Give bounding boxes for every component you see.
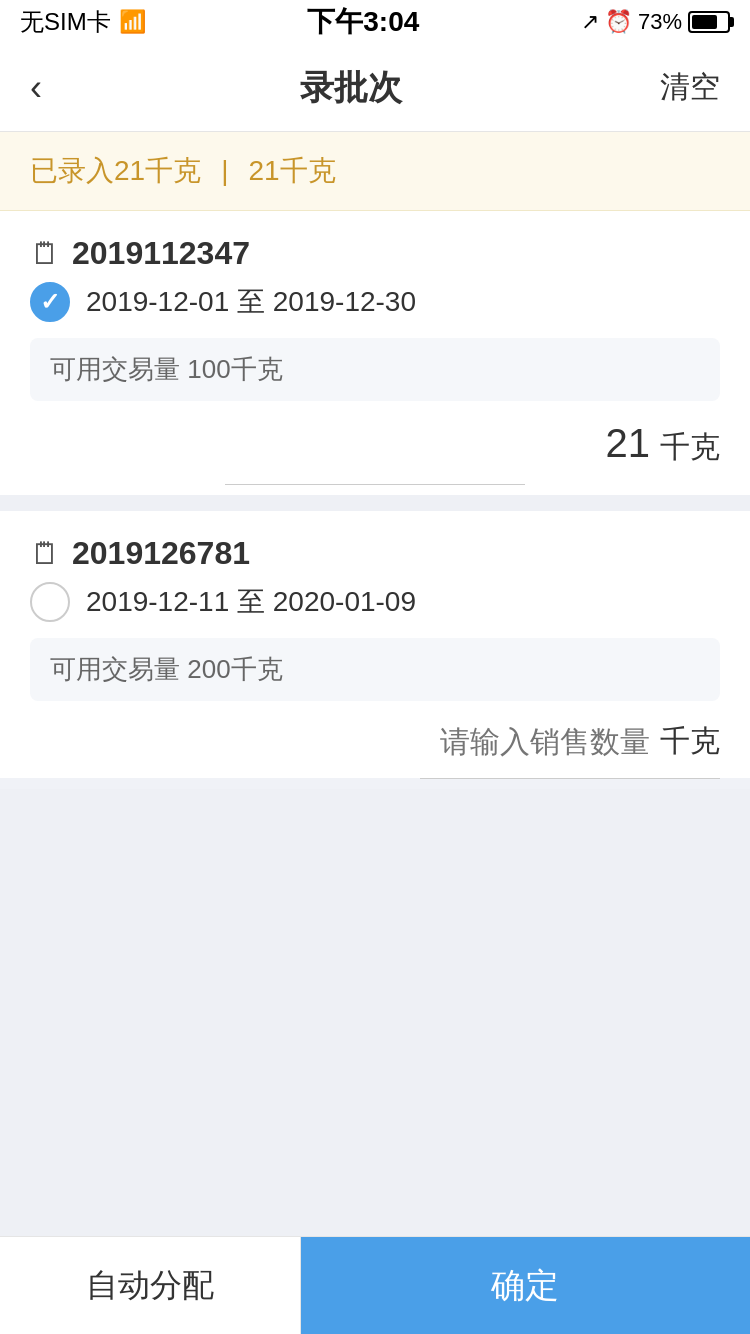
batch-doc-icon-1: 🗒 — [30, 237, 60, 271]
input-row-2: 千克 — [0, 701, 750, 778]
batch-item-1: 🗒 2019112347 ✓ 2019-12-01 至 2019-12-30 可… — [0, 211, 750, 401]
battery-icon — [688, 11, 730, 33]
clear-button[interactable]: 清空 — [660, 67, 720, 108]
quantity-input-2[interactable] — [390, 725, 650, 759]
page-title: 录批次 — [300, 65, 402, 111]
batch-date-row-1: ✓ 2019-12-01 至 2019-12-30 — [30, 282, 720, 322]
radio-button-1[interactable]: ✓ — [30, 282, 70, 322]
status-bar: 无SIM卡 📶 下午3:04 ↗ ⏰ 73% — [0, 0, 750, 44]
batch-date-1: 2019-12-01 至 2019-12-30 — [86, 283, 416, 321]
batch-header-1: 🗒 2019112347 — [30, 235, 720, 272]
amount-value-1: 21 — [606, 421, 651, 466]
status-right: ↗ ⏰ 73% — [581, 9, 730, 35]
summary-divider: | — [221, 155, 228, 187]
radio-button-2[interactable] — [30, 582, 70, 622]
amount-unit-1: 千克 — [660, 427, 720, 468]
batch-doc-icon-2: 🗒 — [30, 537, 60, 571]
summary-value: 21千克 — [248, 152, 335, 190]
batch-date-row-2: 2019-12-11 至 2020-01-09 — [30, 582, 720, 622]
input-underline-2 — [420, 778, 720, 779]
auto-distribute-button[interactable]: 自动分配 — [0, 1237, 301, 1334]
battery-percent: 73% — [638, 9, 682, 35]
amount-row-1: 21 千克 — [0, 401, 750, 484]
batch-availability-2: 可用交易量 200千克 — [30, 638, 720, 701]
summary-banner: 已录入21千克 | 21千克 — [0, 132, 750, 211]
section-divider — [0, 495, 750, 511]
qty-unit-2: 千克 — [660, 721, 720, 762]
summary-label: 已录入21千克 — [30, 152, 201, 190]
back-button[interactable]: ‹ — [30, 67, 42, 109]
location-icon: ↗ — [581, 9, 599, 35]
check-icon-1: ✓ — [40, 288, 60, 316]
batch-id-2: 2019126781 — [72, 535, 250, 572]
confirm-button[interactable]: 确定 — [301, 1237, 750, 1334]
batch-id-1: 2019112347 — [72, 235, 250, 272]
amount-underline-1 — [225, 484, 525, 485]
status-time: 下午3:04 — [307, 3, 419, 41]
carrier-text: 无SIM卡 — [20, 6, 111, 38]
wifi-icon: 📶 — [119, 9, 146, 35]
empty-content-area — [0, 789, 750, 1249]
batch-date-2: 2019-12-11 至 2020-01-09 — [86, 583, 416, 621]
nav-bar: ‹ 录批次 清空 — [0, 44, 750, 132]
batch-availability-1: 可用交易量 100千克 — [30, 338, 720, 401]
batch-header-2: 🗒 2019126781 — [30, 535, 720, 572]
status-left: 无SIM卡 📶 — [20, 6, 146, 38]
alarm-icon: ⏰ — [605, 9, 632, 35]
divider-wrapper-1 — [0, 484, 750, 495]
bottom-bar: 自动分配 确定 — [0, 1236, 750, 1334]
batch-item-2: 🗒 2019126781 2019-12-11 至 2020-01-09 可用交… — [0, 511, 750, 701]
